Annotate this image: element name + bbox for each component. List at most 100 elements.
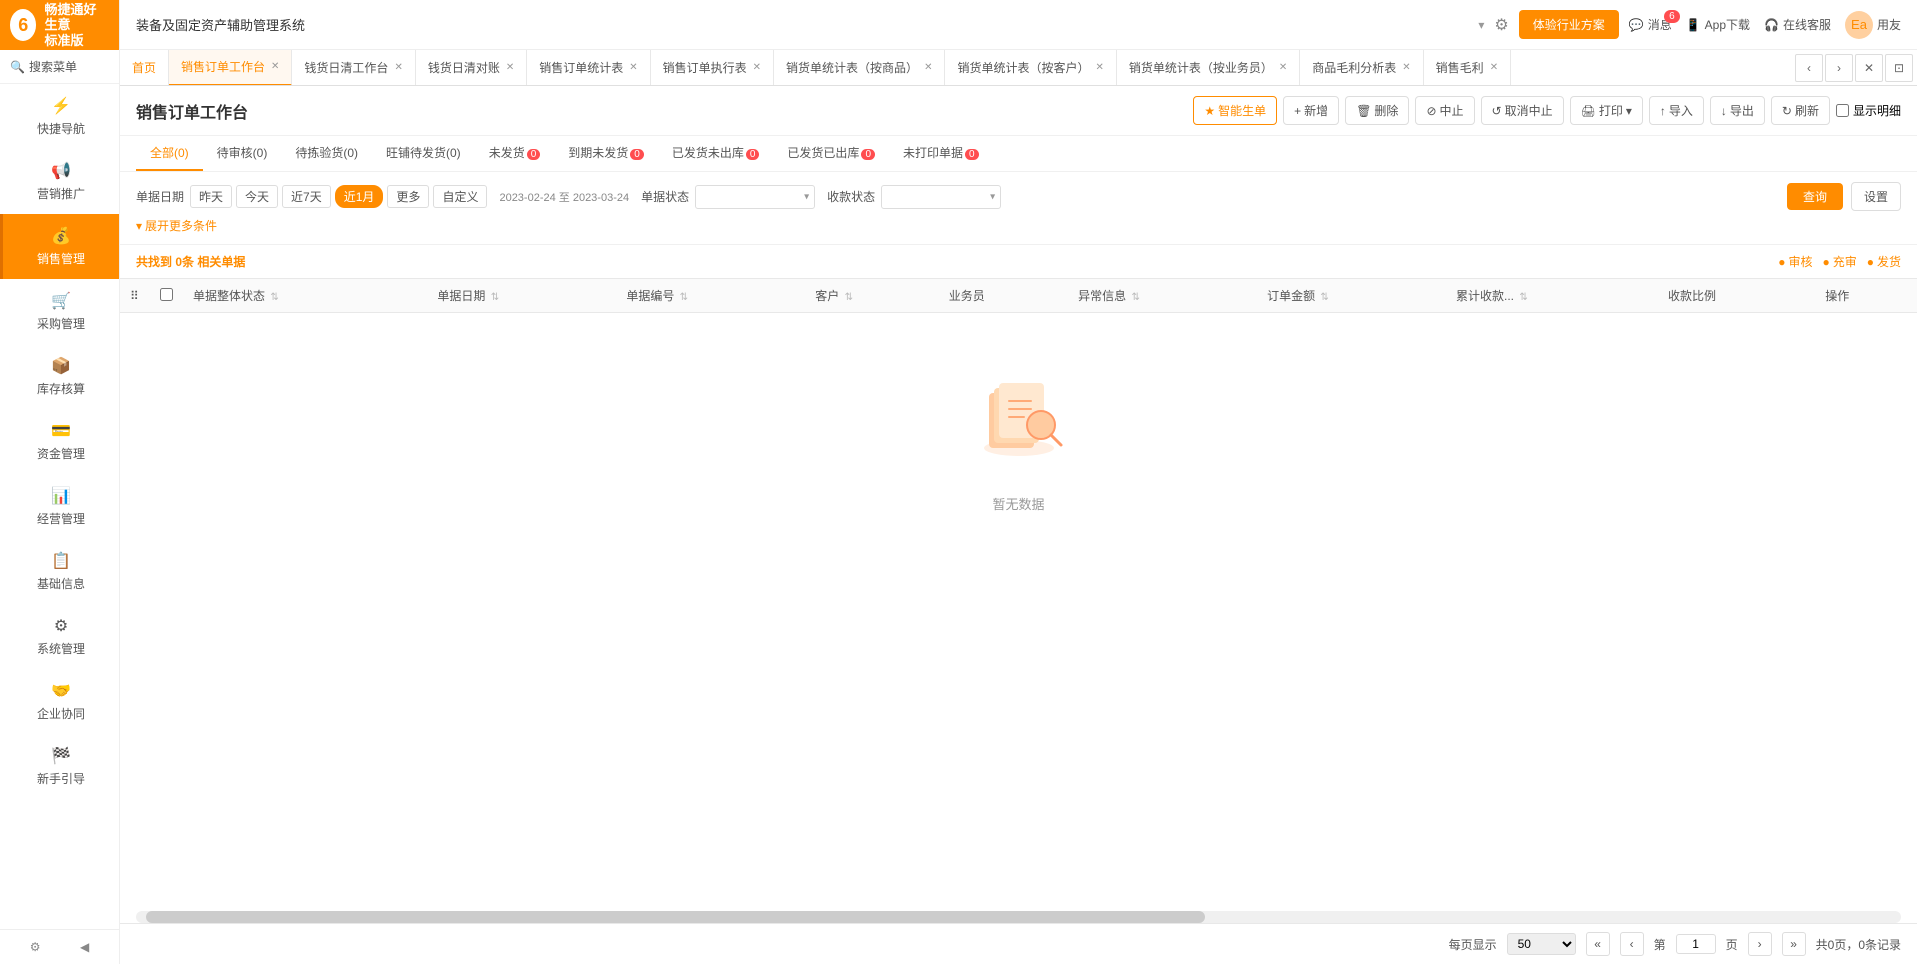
chevron-down-icon[interactable]: ▾ [1478,18,1484,32]
th-date[interactable]: 单据日期 ⇅ [427,279,616,313]
tab-sales-sum-staff[interactable]: 销货单统计表（按业务员） ✕ [1117,50,1300,86]
service-item[interactable]: 🎧 在线客服 [1764,16,1831,33]
filter-tab-pending-review[interactable]: 待审核(0) [203,136,282,171]
settings-gear-icon[interactable]: ⚙ [1494,15,1508,35]
tab-close-icon[interactable]: ✕ [271,61,279,72]
page-number-input[interactable] [1676,934,1716,954]
date-btn-7days[interactable]: 近7天 [282,185,331,208]
show-detail-checkbox-label[interactable]: 显示明细 [1836,102,1901,119]
review-action-button[interactable]: ● 审核 [1778,253,1812,270]
sidebar-item-system[interactable]: ⚙ 系统管理 [0,604,119,669]
date-btn-more[interactable]: 更多 [387,185,429,208]
sidebar-item-inventory[interactable]: 📦 库存核算 [0,344,119,409]
th-customer[interactable]: 客户 ⇅ [805,279,938,313]
sidebar-item-finance[interactable]: 💳 资金管理 [0,409,119,474]
filter-tab-pending-inspect[interactable]: 待拣验货(0) [281,136,372,171]
filter-tab-not-printed[interactable]: 未打印单据0 [889,136,993,171]
unreview-action-button[interactable]: ● 充审 [1822,253,1856,270]
select-all-checkbox[interactable] [160,288,173,301]
sidebar-item-collab[interactable]: 🤝 企业协同 [0,669,119,734]
prev-page-button[interactable]: ‹ [1620,932,1644,956]
expand-filter-button[interactable]: ▾ 展开更多条件 [136,217,217,234]
th-status[interactable]: 单据整体状态 ⇅ [183,279,427,313]
cancel-stop-button[interactable]: ↺ 取消中止 [1481,96,1564,125]
settings-icon[interactable]: ⚙ [30,940,41,954]
tab-sales-profit[interactable]: 销售毛利 ✕ [1424,50,1511,86]
tab-sales-exec[interactable]: 销售订单执行表 ✕ [651,50,774,86]
smart-create-button[interactable]: ★ 智能生单 [1193,96,1277,125]
tab-next-button[interactable]: › [1825,54,1853,82]
horizontal-scrollbar[interactable] [136,911,1901,923]
sidebar-item-purchase[interactable]: 🛒 采购管理 [0,279,119,344]
th-amount[interactable]: 订单金额 ⇅ [1257,279,1446,313]
tab-close-all-button[interactable]: ✕ [1855,54,1883,82]
th-check[interactable] [150,279,183,313]
stop-button[interactable]: ⊘ 中止 [1415,96,1474,125]
tab-sales-order[interactable]: 销售订单工作台 ✕ [169,50,292,86]
filter-tab-shipped-not-out[interactable]: 已发货未出库0 [658,136,774,171]
sidebar-item-basic[interactable]: 📋 基础信息 [0,539,119,604]
tab-close-icon[interactable]: ✕ [629,62,637,73]
th-collected[interactable]: 累计收款... ⇅ [1446,279,1658,313]
sidebar-search[interactable]: 🔍 搜索菜单 [0,50,119,84]
tab-cash-reconcile[interactable]: 钱货日清对账 ✕ [416,50,527,86]
date-btn-yesterday[interactable]: 昨天 [190,185,232,208]
date-btn-custom[interactable]: 自定义 [433,185,487,208]
tab-close-icon[interactable]: ✕ [1402,62,1410,73]
refresh-button[interactable]: ↻ 刷新 [1771,96,1830,125]
trial-button[interactable]: 体验行业方案 [1519,10,1619,39]
status-select[interactable] [695,185,815,209]
import-button[interactable]: ↑ 导入 [1649,96,1704,125]
tab-home[interactable]: 首页 [120,50,169,86]
shipped-out-badge: 0 [861,149,875,160]
tab-close-icon[interactable]: ✕ [924,62,932,73]
sidebar-item-marketing[interactable]: 📢 营销推广 [0,149,119,214]
print-button[interactable]: 🖨 打印 ▾ [1570,96,1643,125]
ship-action-button[interactable]: ● 发货 [1867,253,1901,270]
last-page-button[interactable]: » [1782,932,1806,956]
tab-sales-stat[interactable]: 销售订单统计表 ✕ [527,50,650,86]
filter-tab-not-shipped[interactable]: 未发货0 [475,136,555,171]
th-staff[interactable]: 业务员 [939,279,1068,313]
payment-select[interactable] [881,185,1001,209]
tab-close-icon[interactable]: ✕ [506,62,514,73]
scroll-thumb[interactable] [146,911,1205,923]
date-btn-1month[interactable]: 近1月 [335,185,384,208]
date-btn-today[interactable]: 今天 [236,185,278,208]
tab-prev-button[interactable]: ‹ [1795,54,1823,82]
first-page-button[interactable]: « [1586,932,1610,956]
tab-close-icon[interactable]: ✕ [1279,62,1287,73]
user-item[interactable]: Ea 用友 [1845,11,1901,39]
filter-setting-button[interactable]: 设置 [1851,182,1901,211]
sidebar-item-quicknav[interactable]: ⚡ 快捷导航 [0,84,119,149]
tab-expand-button[interactable]: ⊡ [1885,54,1913,82]
tab-sales-sum-cust[interactable]: 销货单统计表（按客户） ✕ [945,50,1116,86]
sidebar-item-guide[interactable]: 🏁 新手引导 [0,734,119,799]
filter-tab-all[interactable]: 全部(0) [136,136,203,171]
app-download-item[interactable]: 📱 App下载 [1686,16,1750,33]
tab-sales-sum-prod[interactable]: 销货单统计表（按商品） ✕ [774,50,945,86]
sidebar-item-sales[interactable]: 💰 销售管理 [0,214,119,279]
export-button[interactable]: ↓ 导出 [1710,96,1765,125]
tab-margin-analysis[interactable]: 商品毛利分析表 ✕ [1300,50,1423,86]
filter-tab-shipped-out[interactable]: 已发货已出库0 [773,136,889,171]
query-button[interactable]: 查询 [1787,183,1843,210]
filter-tab-overdue-not-shipped[interactable]: 到期未发货0 [554,136,658,171]
collapse-icon[interactable]: ◀ [80,940,89,954]
add-button[interactable]: + 新增 [1283,96,1339,125]
table-scroll[interactable]: ⠿ 单据整体状态 ⇅ 单据日期 ⇅ [120,278,1917,911]
tab-cash-clear[interactable]: 钱货日清工作台 ✕ [292,50,415,86]
th-abnormal[interactable]: 异常信息 ⇅ [1068,279,1257,313]
show-detail-checkbox[interactable] [1836,104,1849,117]
tab-close-icon[interactable]: ✕ [753,62,761,73]
sidebar-item-operation[interactable]: 📊 经营管理 [0,474,119,539]
tab-close-icon[interactable]: ✕ [1490,62,1498,73]
filter-tab-wangpu[interactable]: 旺铺待发货(0) [372,136,475,171]
th-number[interactable]: 单据编号 ⇅ [616,279,805,313]
tab-close-icon[interactable]: ✕ [1095,62,1103,73]
next-page-button[interactable]: › [1748,932,1772,956]
tab-close-icon[interactable]: ✕ [394,62,402,73]
page-size-select[interactable]: 50 10 20 100 [1507,933,1576,955]
delete-button[interactable]: 🗑 删除 [1345,96,1409,125]
message-item[interactable]: 💬 消息 6 [1629,16,1672,33]
